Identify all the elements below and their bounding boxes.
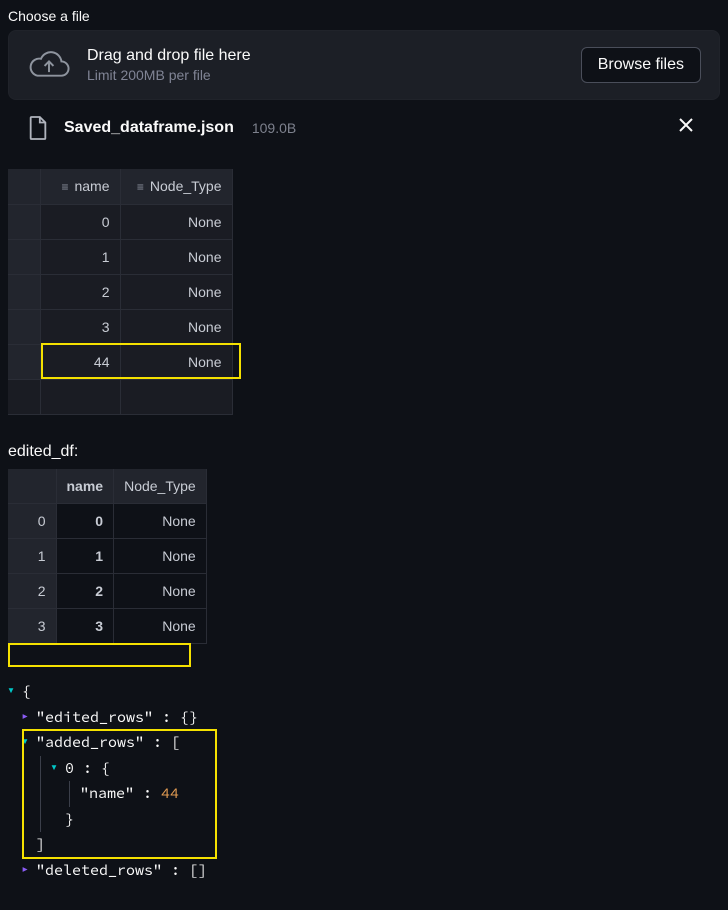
json-viewer[interactable]: ▼{ ▶"edited_rows" : {} ▼"added_rows" : […: [8, 679, 720, 883]
table-row[interactable]: 1 None: [8, 239, 232, 274]
cell-name[interactable]: 1: [40, 239, 120, 274]
column-header-name[interactable]: ≡name: [40, 169, 120, 204]
table-header-row: name Node_Type: [8, 469, 206, 504]
uploader-title: Drag and drop file here: [87, 47, 565, 65]
uploader-subtitle: Limit 200MB per file: [87, 67, 565, 83]
column-header-name: name: [56, 469, 114, 504]
sort-icon: ≡: [137, 180, 144, 194]
caret-open-icon[interactable]: ▼: [22, 733, 36, 750]
cell-node-type[interactable]: None: [120, 239, 232, 274]
cell-name: 2: [56, 574, 114, 609]
cell-name[interactable]: 0: [40, 204, 120, 239]
cell-node-type[interactable]: None: [120, 309, 232, 344]
index-header: [8, 469, 56, 504]
row-index: 3: [8, 609, 56, 644]
cell-node-type[interactable]: None: [120, 344, 232, 379]
table-row[interactable]: 2 None: [8, 274, 232, 309]
edited-df-label: edited_df:: [8, 443, 720, 461]
row-index: [8, 274, 40, 309]
cloud-upload-icon: [27, 49, 71, 81]
row-index: [8, 204, 40, 239]
cell-node-type: None: [114, 539, 207, 574]
table-row[interactable]: 0 None: [8, 204, 232, 239]
sort-icon: ≡: [61, 180, 68, 194]
row-index: [8, 344, 40, 379]
json-line-item-0[interactable]: ▼0 : {: [8, 756, 720, 782]
json-line-edited-rows[interactable]: ▶"edited_rows" : {}: [8, 705, 720, 731]
browse-files-button[interactable]: Browse files: [581, 47, 701, 83]
row-index: [8, 309, 40, 344]
cell-name: 0: [56, 504, 114, 539]
json-line-deleted-rows[interactable]: ▶"deleted_rows" : []: [8, 858, 720, 884]
table-row: 0 0 None: [8, 504, 206, 539]
json-line-added-rows[interactable]: ▼"added_rows" : [: [8, 730, 720, 756]
column-header-node-type[interactable]: ≡Node_Type: [120, 169, 232, 204]
row-index: 1: [8, 539, 56, 574]
uploader-label: Choose a file: [8, 8, 720, 24]
json-line-item-0-close[interactable]: }: [8, 807, 720, 833]
caret-closed-icon[interactable]: ▶: [22, 861, 36, 878]
caret-open-icon[interactable]: ▼: [8, 682, 22, 699]
data-editor-1[interactable]: ≡name ≡Node_Type 0 None 1 None 2: [8, 169, 233, 415]
cell-node-type[interactable]: None: [120, 274, 232, 309]
table-row[interactable]: 3 None: [8, 309, 232, 344]
highlight-empty-row: [8, 643, 191, 667]
cell-name: 1: [56, 539, 114, 574]
edited-df-table: name Node_Type 0 0 None 1 1 None 2 2: [8, 469, 207, 645]
table-row: 1 1 None: [8, 539, 206, 574]
row-index: 0: [8, 504, 56, 539]
cell-node-type: None: [114, 504, 207, 539]
json-line[interactable]: ▼{: [8, 679, 720, 705]
cell-node-type: None: [114, 609, 207, 644]
table-row: 2 2 None: [8, 574, 206, 609]
file-icon: [26, 114, 50, 142]
cell-name[interactable]: 2: [40, 274, 120, 309]
table-header-row: ≡name ≡Node_Type: [8, 169, 232, 204]
json-line-added-rows-close[interactable]: ]: [8, 832, 720, 858]
cell-name[interactable]: 3: [40, 309, 120, 344]
caret-closed-icon[interactable]: ▶: [22, 708, 36, 725]
cell-node-type: None: [114, 574, 207, 609]
table-row: 3 3 None: [8, 609, 206, 644]
table-blank-row[interactable]: [8, 379, 232, 414]
caret-open-icon[interactable]: ▼: [51, 759, 65, 776]
column-header-node-type: Node_Type: [114, 469, 207, 504]
json-line-name-44[interactable]: "name" : 44: [8, 781, 720, 807]
cell-name[interactable]: 44: [40, 344, 120, 379]
cell-node-type[interactable]: None: [120, 204, 232, 239]
file-name: Saved_dataframe.json: [64, 119, 234, 137]
index-header: [8, 169, 40, 204]
uploader-text: Drag and drop file here Limit 200MB per …: [87, 47, 565, 83]
cell-name: 3: [56, 609, 114, 644]
row-index: 2: [8, 574, 56, 609]
file-uploader[interactable]: Drag and drop file here Limit 200MB per …: [8, 30, 720, 100]
file-size: 109.0B: [252, 120, 296, 136]
remove-file-button[interactable]: [670, 112, 702, 143]
table-row-highlighted[interactable]: 44 None: [8, 344, 232, 379]
uploaded-file-row: Saved_dataframe.json 109.0B: [8, 100, 720, 147]
row-index: [8, 239, 40, 274]
